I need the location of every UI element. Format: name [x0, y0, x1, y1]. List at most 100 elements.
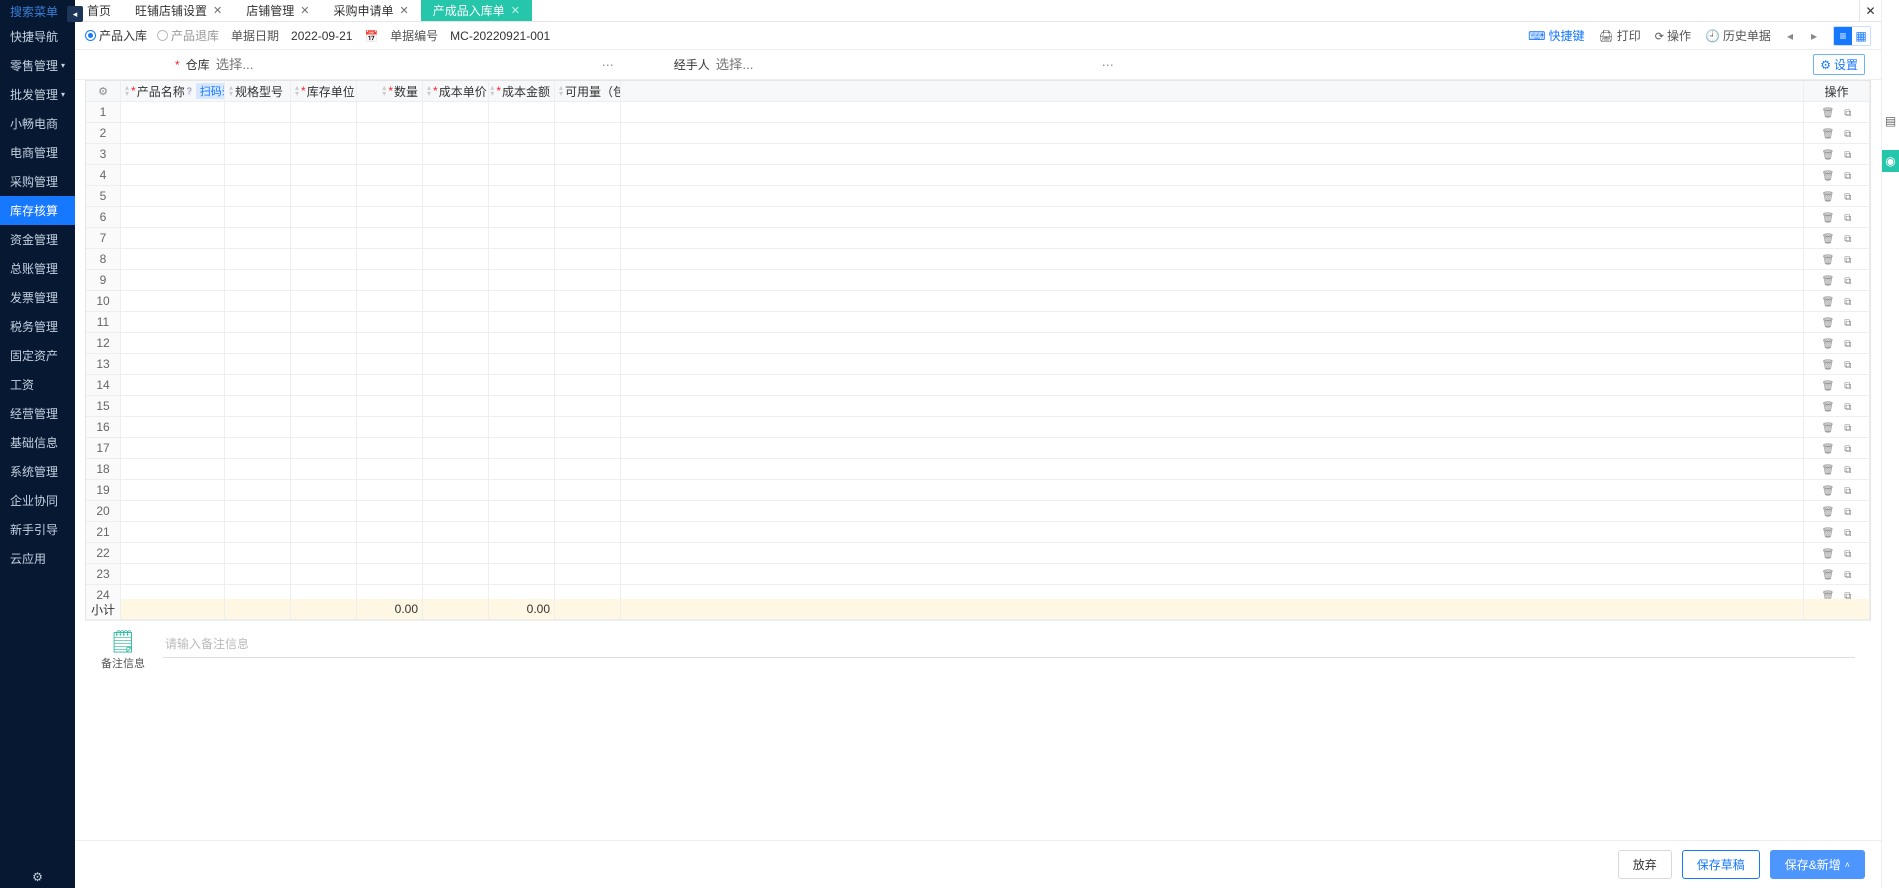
cell[interactable] [621, 207, 1804, 228]
delete-row-icon[interactable] [1822, 525, 1835, 539]
copy-row-icon[interactable] [1844, 252, 1851, 266]
table-row[interactable]: 11 [86, 312, 1870, 333]
cell[interactable] [423, 354, 489, 375]
table-row[interactable]: 10 [86, 291, 1870, 312]
cell[interactable] [423, 522, 489, 543]
copy-row-icon[interactable] [1844, 378, 1851, 392]
cell[interactable] [555, 438, 621, 459]
copy-row-icon[interactable] [1844, 210, 1851, 224]
cell[interactable] [291, 228, 357, 249]
delete-row-icon[interactable] [1822, 252, 1835, 266]
cell[interactable] [555, 144, 621, 165]
tab[interactable]: 店铺管理✕ [234, 0, 321, 21]
next-doc-icon[interactable]: ▸ [1809, 29, 1819, 43]
tab[interactable]: 采购申请单✕ [321, 0, 420, 21]
copy-row-icon[interactable] [1844, 168, 1851, 182]
gutter-doc-icon[interactable]: ▤ [1882, 110, 1899, 132]
cell[interactable] [291, 564, 357, 585]
sidebar-item[interactable]: 工资 [0, 370, 75, 399]
delete-row-icon[interactable] [1822, 420, 1835, 434]
cell[interactable] [621, 438, 1804, 459]
sidebar-item[interactable]: 小畅电商 [0, 109, 75, 138]
warehouse-more-icon[interactable]: ⋯ [602, 58, 614, 72]
sidebar-item[interactable]: 批发管理▾ [0, 80, 75, 109]
cell[interactable] [121, 333, 225, 354]
sidebar-item[interactable]: 云应用 [0, 544, 75, 573]
calendar-icon[interactable] [364, 29, 378, 43]
cell[interactable] [121, 144, 225, 165]
table-row[interactable]: 20 [86, 501, 1870, 522]
radio-product-out[interactable]: 产品退库 [157, 27, 219, 44]
delete-row-icon[interactable] [1822, 588, 1835, 599]
cell[interactable] [357, 480, 423, 501]
cell[interactable] [489, 270, 555, 291]
cell[interactable] [555, 186, 621, 207]
cell[interactable] [291, 459, 357, 480]
cell[interactable] [621, 522, 1804, 543]
cell[interactable] [121, 312, 225, 333]
cell[interactable] [555, 459, 621, 480]
cell[interactable] [225, 123, 291, 144]
cell[interactable] [423, 270, 489, 291]
table-row[interactable]: 14 [86, 375, 1870, 396]
cell[interactable] [121, 543, 225, 564]
cell[interactable] [621, 186, 1804, 207]
cell[interactable] [225, 501, 291, 522]
copy-row-icon[interactable] [1844, 105, 1851, 119]
cell[interactable] [555, 291, 621, 312]
cell[interactable] [291, 585, 357, 599]
cell[interactable] [621, 417, 1804, 438]
delete-row-icon[interactable] [1822, 357, 1835, 371]
delete-row-icon[interactable] [1822, 294, 1835, 308]
cell[interactable] [489, 354, 555, 375]
cell[interactable] [225, 564, 291, 585]
cell[interactable] [291, 123, 357, 144]
col-avail[interactable]: ▴▾可用量（包装） [555, 81, 621, 102]
cell[interactable] [621, 291, 1804, 312]
cell[interactable] [489, 165, 555, 186]
copy-row-icon[interactable] [1844, 189, 1851, 203]
col-settings[interactable] [86, 81, 121, 102]
close-icon[interactable]: ✕ [400, 4, 409, 17]
cell[interactable] [121, 123, 225, 144]
cell[interactable] [357, 543, 423, 564]
cell[interactable] [357, 102, 423, 123]
cell[interactable] [121, 102, 225, 123]
cell[interactable] [357, 522, 423, 543]
cell[interactable] [621, 312, 1804, 333]
cell[interactable] [555, 585, 621, 599]
cell[interactable] [423, 207, 489, 228]
sidebar-item[interactable]: 零售管理▾ [0, 51, 75, 80]
cell[interactable] [121, 417, 225, 438]
cell[interactable] [225, 228, 291, 249]
cell[interactable] [555, 543, 621, 564]
cell[interactable] [291, 144, 357, 165]
table-row[interactable]: 4 [86, 165, 1870, 186]
cell[interactable] [621, 354, 1804, 375]
col-amount[interactable]: ▴▾*成本金额 [489, 81, 555, 102]
delete-row-icon[interactable] [1822, 378, 1835, 392]
cell[interactable] [423, 102, 489, 123]
handler-input[interactable] [716, 57, 1096, 72]
cell[interactable] [423, 312, 489, 333]
cell[interactable] [357, 312, 423, 333]
cell[interactable] [357, 228, 423, 249]
cell[interactable] [423, 333, 489, 354]
print-button[interactable]: 打印 [1598, 27, 1640, 44]
cell[interactable] [291, 249, 357, 270]
cell[interactable] [225, 186, 291, 207]
cell[interactable] [291, 165, 357, 186]
cell[interactable] [291, 480, 357, 501]
cell[interactable] [291, 207, 357, 228]
cell[interactable] [357, 144, 423, 165]
copy-row-icon[interactable] [1844, 357, 1851, 371]
sidebar-item[interactable]: 发票管理 [0, 283, 75, 312]
cell[interactable] [555, 123, 621, 144]
cell[interactable] [225, 417, 291, 438]
cell[interactable] [225, 270, 291, 291]
copy-row-icon[interactable] [1844, 420, 1851, 434]
cell[interactable] [489, 186, 555, 207]
cell[interactable] [357, 438, 423, 459]
delete-row-icon[interactable] [1822, 189, 1835, 203]
table-row[interactable]: 3 [86, 144, 1870, 165]
